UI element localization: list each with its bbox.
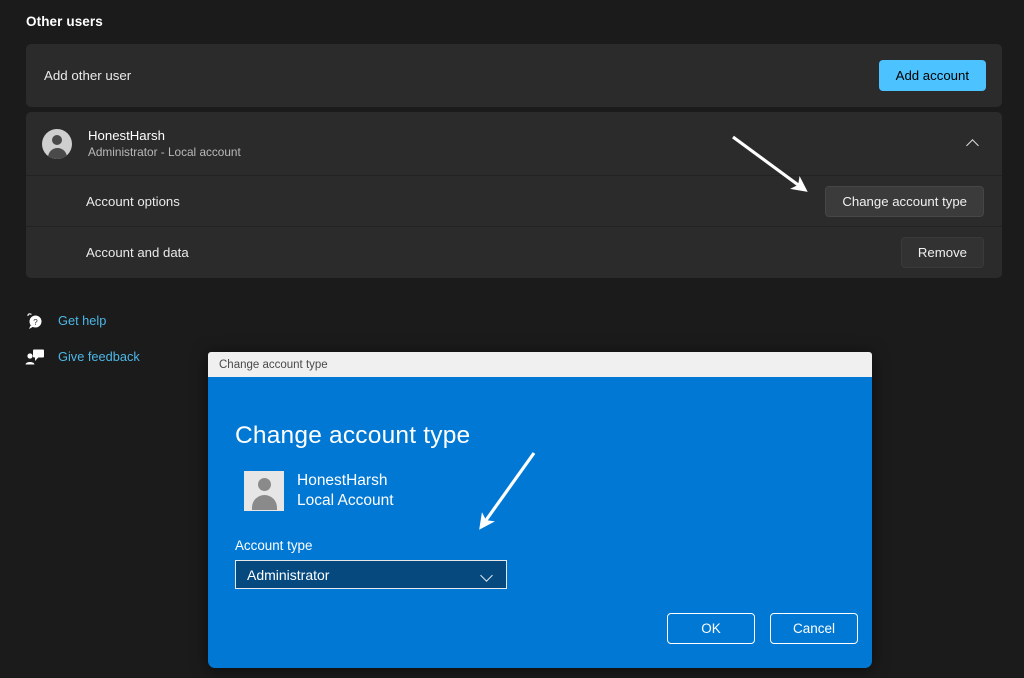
account-type-selected-value: Administrator <box>247 567 479 583</box>
account-options-label: Account options <box>86 194 180 209</box>
help-question-icon: ? <box>24 311 46 331</box>
dialog-user-info: HonestHarsh Local Account <box>244 471 394 511</box>
dialog-user-account-type: Local Account <box>297 491 394 511</box>
page-title: Other users <box>26 14 103 29</box>
ok-button[interactable]: OK <box>667 613 755 644</box>
dialog-titlebar[interactable]: Change account type <box>208 352 872 377</box>
add-other-user-row: Add other user Add account <box>26 44 1002 107</box>
give-feedback-link[interactable]: Give feedback <box>24 342 140 371</box>
dialog-body: Change account type HonestHarsh Local Ac… <box>208 377 872 668</box>
account-type-label: Account type <box>235 538 312 553</box>
user-identity: HonestHarsh Administrator - Local accoun… <box>88 127 241 161</box>
feedback-person-icon <box>24 347 46 367</box>
account-type-dropdown[interactable]: Administrator <box>235 560 507 589</box>
get-help-link[interactable]: ? Get help <box>24 306 140 335</box>
dialog-button-bar: OK Cancel <box>667 613 858 644</box>
get-help-label: Get help <box>58 313 106 328</box>
account-and-data-label: Account and data <box>86 245 189 260</box>
change-account-type-button[interactable]: Change account type <box>825 186 984 217</box>
add-account-button[interactable]: Add account <box>879 60 986 91</box>
person-avatar-icon <box>42 129 72 159</box>
help-links: ? Get help Give feedback <box>24 306 140 378</box>
chevron-up-icon[interactable] <box>966 137 980 151</box>
remove-account-button[interactable]: Remove <box>901 237 984 268</box>
add-other-user-label: Add other user <box>44 68 131 83</box>
user-subtitle: Administrator - Local account <box>88 145 241 161</box>
dialog-user-identity: HonestHarsh Local Account <box>297 471 394 511</box>
person-avatar-icon <box>244 471 284 511</box>
user-account-header-row[interactable]: HonestHarsh Administrator - Local accoun… <box>26 112 1002 175</box>
account-options-row: Account options Change account type <box>26 176 1002 226</box>
dialog-titlebar-text: Change account type <box>219 359 328 371</box>
dialog-user-name: HonestHarsh <box>297 471 394 491</box>
give-feedback-label: Give feedback <box>58 349 140 364</box>
change-account-type-dialog: Change account type Change account type … <box>208 352 872 668</box>
cancel-button[interactable]: Cancel <box>770 613 858 644</box>
dialog-heading: Change account type <box>235 422 470 450</box>
account-and-data-row: Account and data Remove <box>26 227 1002 277</box>
svg-text:?: ? <box>33 317 38 326</box>
user-name: HonestHarsh <box>88 127 241 144</box>
add-other-user-card: Add other user Add account <box>26 44 1002 107</box>
chevron-down-icon <box>479 567 495 583</box>
user-account-card: HonestHarsh Administrator - Local accoun… <box>26 112 1002 278</box>
